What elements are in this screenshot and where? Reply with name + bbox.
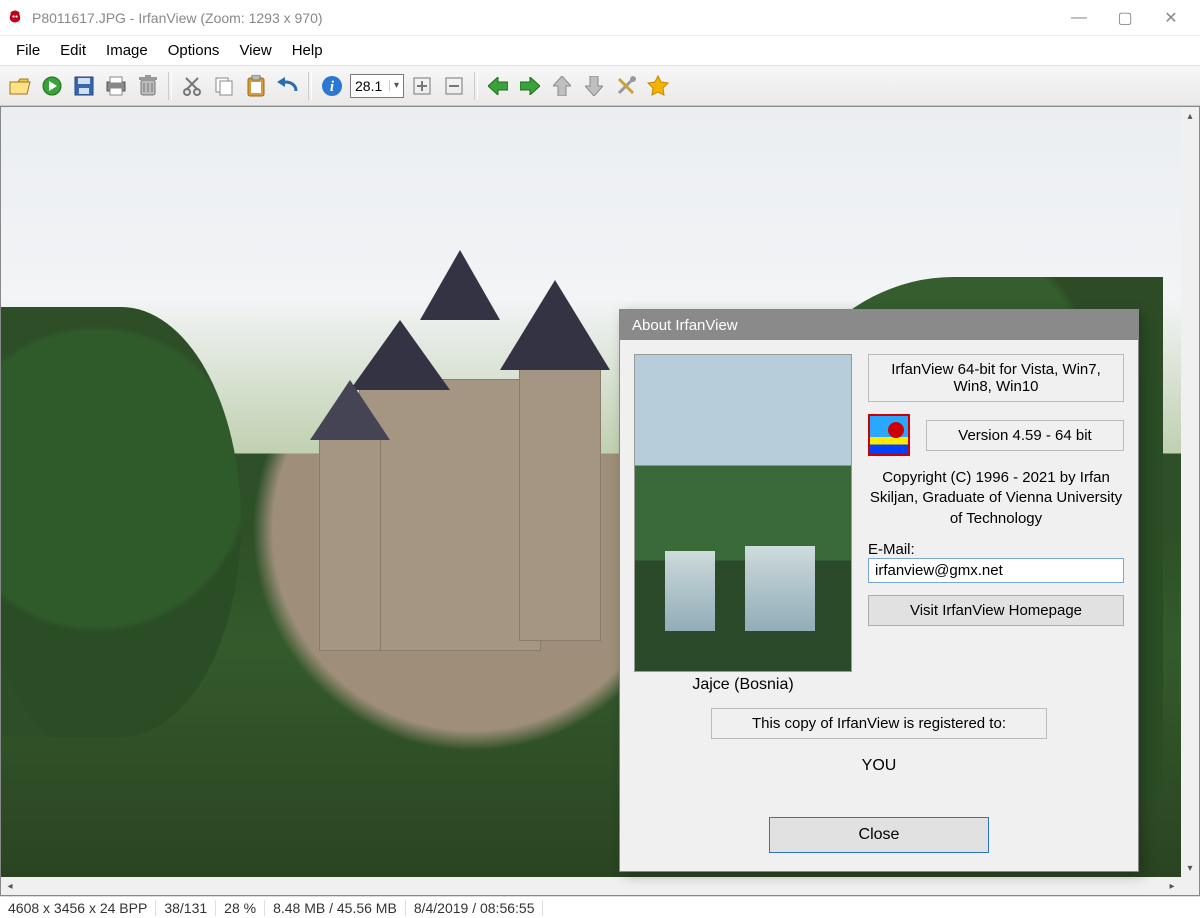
star-icon[interactable] — [644, 72, 672, 100]
cut-icon[interactable] — [178, 72, 206, 100]
about-product-label: IrfanView 64-bit for Vista, Win7, Win8, … — [868, 354, 1124, 402]
visit-homepage-button[interactable]: Visit IrfanView Homepage — [868, 595, 1124, 626]
chevron-down-icon[interactable]: ▾ — [389, 80, 399, 91]
about-image-caption: Jajce (Bosnia) — [634, 672, 852, 694]
about-close-button[interactable]: Close — [769, 817, 989, 853]
menu-file[interactable]: File — [8, 40, 48, 61]
info-icon[interactable]: i — [318, 72, 346, 100]
status-datetime: 8/4/2019 / 08:56:55 — [406, 900, 544, 916]
scroll-right-icon[interactable]: ▸ — [1163, 877, 1181, 895]
save-icon[interactable] — [70, 72, 98, 100]
scroll-left-icon[interactable]: ◂ — [1, 877, 19, 895]
paste-icon[interactable] — [242, 72, 270, 100]
irfanview-app-icon — [6, 9, 24, 27]
copy-icon[interactable] — [210, 72, 238, 100]
menu-help[interactable]: Help — [284, 40, 331, 61]
open-icon[interactable] — [6, 72, 34, 100]
down-icon[interactable] — [580, 72, 608, 100]
menu-edit[interactable]: Edit — [52, 40, 94, 61]
menu-image[interactable]: Image — [98, 40, 156, 61]
delete-icon[interactable] — [134, 72, 162, 100]
irfanview-logo-icon — [868, 414, 910, 456]
status-index: 38/131 — [156, 900, 216, 916]
status-memory: 8.48 MB / 45.56 MB — [265, 900, 406, 916]
window-titlebar: P8011617.JPG - IrfanView (Zoom: 1293 x 9… — [0, 0, 1200, 36]
about-copyright: Copyright (C) 1996 - 2021 by Irfan Skilj… — [868, 468, 1124, 529]
horizontal-scrollbar[interactable]: ◂ ▸ — [1, 877, 1181, 895]
registered-to: YOU — [862, 757, 897, 775]
prev-icon[interactable] — [484, 72, 512, 100]
menu-options[interactable]: Options — [160, 40, 228, 61]
window-title: P8011617.JPG - IrfanView (Zoom: 1293 x 9… — [32, 10, 1056, 26]
zoom-level-field[interactable]: 28.1 ▾ — [350, 74, 404, 98]
zoom-out-icon[interactable] — [440, 72, 468, 100]
menu-view[interactable]: View — [231, 40, 279, 61]
email-label: E-Mail: — [868, 541, 1124, 558]
zoom-level-value: 28.1 — [355, 78, 382, 94]
status-dimensions: 4608 x 3456 x 24 BPP — [0, 900, 156, 916]
image-viewport: ▴ ▾ ◂ ▸ About IrfanView Jajce (Bosnia) I… — [0, 106, 1200, 896]
next-icon[interactable] — [516, 72, 544, 100]
statusbar: 4608 x 3456 x 24 BPP 38/131 28 % 8.48 MB… — [0, 896, 1200, 918]
undo-icon[interactable] — [274, 72, 302, 100]
slideshow-icon[interactable] — [38, 72, 66, 100]
tools-icon[interactable] — [612, 72, 640, 100]
about-dialog: About IrfanView Jajce (Bosnia) IrfanView… — [619, 309, 1139, 872]
up-icon[interactable] — [548, 72, 576, 100]
about-dialog-image — [634, 354, 852, 672]
scroll-up-icon[interactable]: ▴ — [1181, 107, 1199, 125]
about-version-label: Version 4.59 - 64 bit — [926, 420, 1124, 451]
status-zoom: 28 % — [216, 900, 265, 916]
window-close-button[interactable]: ✕ — [1148, 3, 1194, 33]
print-icon[interactable] — [102, 72, 130, 100]
scroll-down-icon[interactable]: ▾ — [1181, 859, 1199, 877]
zoom-in-icon[interactable] — [408, 72, 436, 100]
menubar: File Edit Image Options View Help — [0, 36, 1200, 66]
window-minimize-button[interactable]: — — [1056, 3, 1102, 33]
vertical-scrollbar[interactable]: ▴ ▾ — [1181, 107, 1199, 877]
toolbar: i 28.1 ▾ — [0, 66, 1200, 106]
email-field[interactable]: irfanview@gmx.net — [868, 558, 1124, 583]
window-maximize-button[interactable]: ▢ — [1102, 3, 1148, 33]
registered-label: This copy of IrfanView is registered to: — [711, 708, 1047, 739]
about-dialog-title[interactable]: About IrfanView — [620, 310, 1138, 340]
